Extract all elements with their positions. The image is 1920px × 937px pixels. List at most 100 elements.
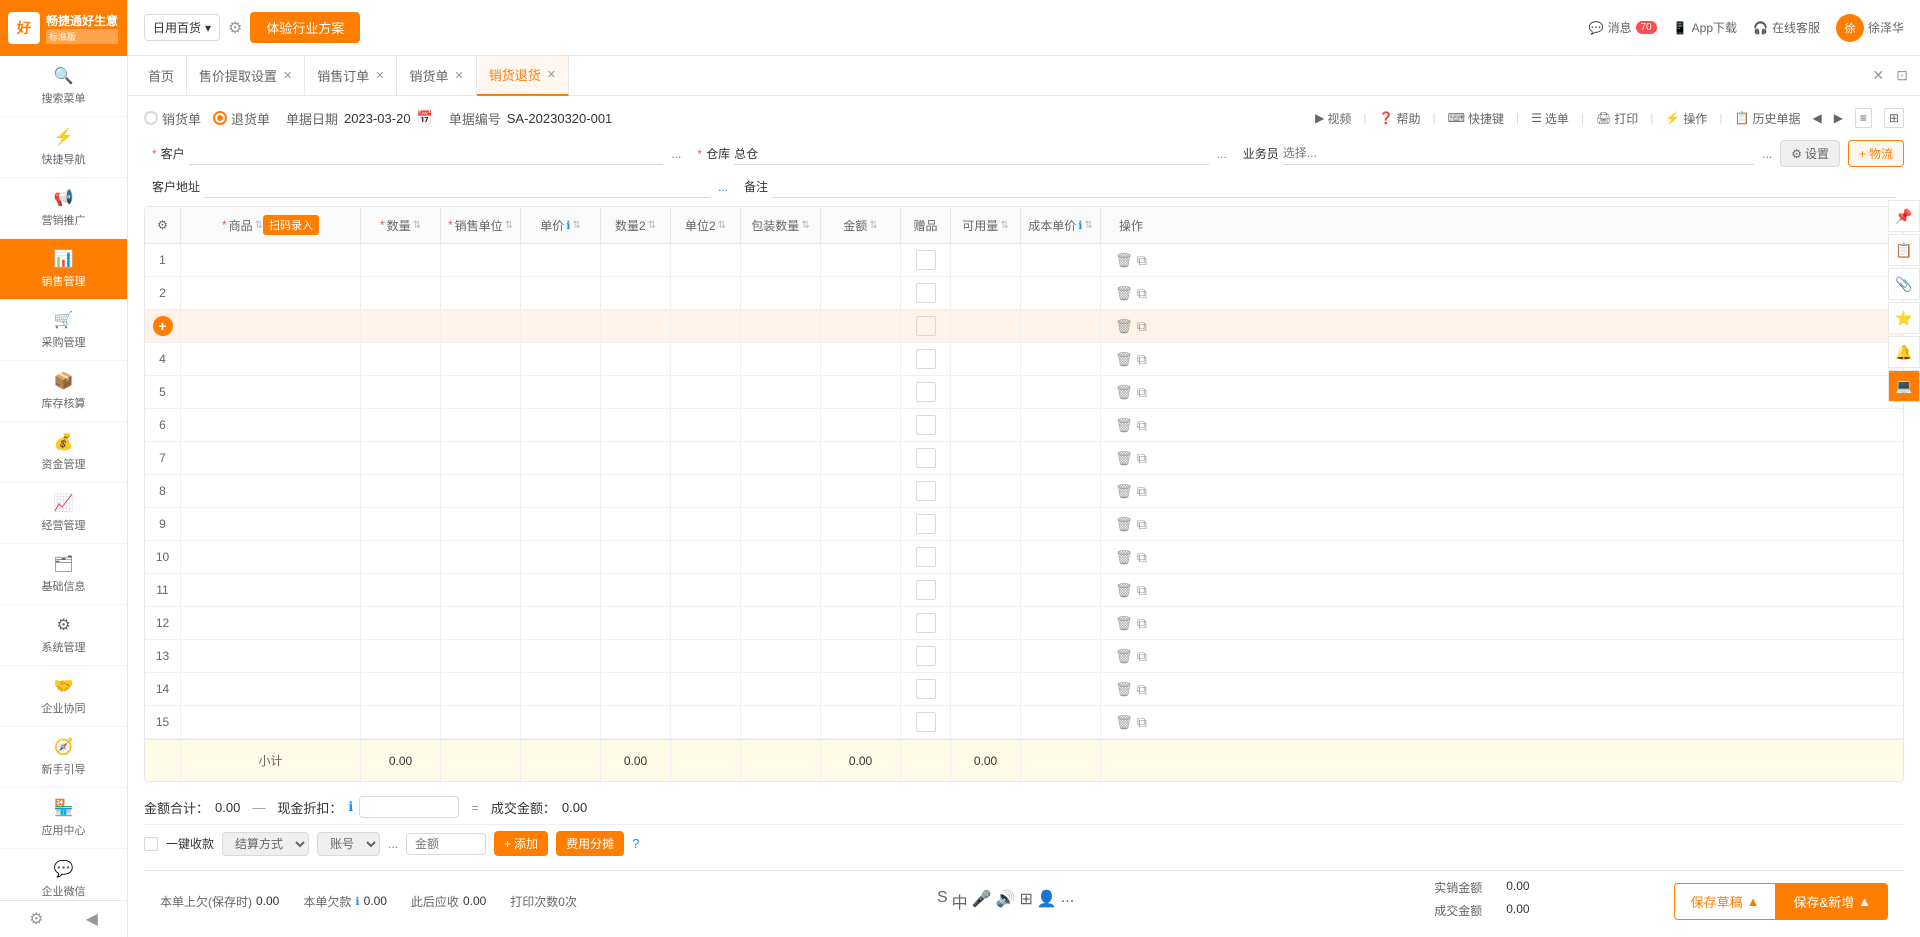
gift-checkbox-2[interactable] xyxy=(916,283,936,303)
delete-icon[interactable]: 🗑 xyxy=(1115,417,1133,434)
unit-input-15[interactable] xyxy=(445,715,516,729)
online-support-btn[interactable]: 🎧 在线客服 xyxy=(1753,19,1820,36)
price-input-2[interactable] xyxy=(525,286,596,300)
price-input-11[interactable] xyxy=(525,583,596,597)
costprice-info-icon[interactable]: ℹ xyxy=(1078,219,1082,232)
qty-input-6[interactable] xyxy=(365,418,436,432)
qty2-input-1[interactable] xyxy=(605,253,666,267)
discount-info-icon[interactable]: ℹ xyxy=(348,799,353,815)
unit2-input-5[interactable] xyxy=(675,385,736,399)
sidebar-item-system[interactable]: ⚙ 系统管理 xyxy=(0,605,127,666)
qty2-input-6[interactable] xyxy=(605,418,666,432)
barcode-btn[interactable]: 扫码录入 xyxy=(263,215,319,235)
price-input-3[interactable] xyxy=(525,319,596,333)
sidebar-item-basic[interactable]: 🗂 基础信息 xyxy=(0,544,127,605)
copy-icon[interactable]: ⧉ xyxy=(1137,681,1147,698)
price-input-7[interactable] xyxy=(525,451,596,465)
msg-btn[interactable]: 💬 消息 70 xyxy=(1589,19,1657,36)
warehouse-expand[interactable]: ... xyxy=(1217,147,1227,161)
unit2-input-11[interactable] xyxy=(675,583,736,597)
price-sort-icon[interactable]: ⇅ xyxy=(572,220,580,231)
price-input-14[interactable] xyxy=(525,682,596,696)
avail-input-7[interactable] xyxy=(955,451,1016,465)
price-input-12[interactable] xyxy=(525,616,596,630)
avail-input-11[interactable] xyxy=(955,583,1016,597)
pkgqty-input-2[interactable] xyxy=(745,286,816,300)
one-click-checkbox[interactable] xyxy=(144,837,158,851)
gift-checkbox-11[interactable] xyxy=(916,580,936,600)
action-select[interactable]: ☰ 选单 xyxy=(1531,110,1569,127)
avail-input-15[interactable] xyxy=(955,715,1016,729)
delete-icon[interactable]: 🗑 xyxy=(1115,582,1133,599)
qty2-input-4[interactable] xyxy=(605,352,666,366)
sidebar-item-finance[interactable]: 💰 资金管理 xyxy=(0,422,127,483)
qty2-sort-icon[interactable]: ⇅ xyxy=(648,220,656,231)
price-input-10[interactable] xyxy=(525,550,596,564)
copy-icon[interactable]: ⧉ xyxy=(1137,714,1147,731)
pkgqty-input-14[interactable] xyxy=(745,682,816,696)
qty2-input-8[interactable] xyxy=(605,484,666,498)
unit-input-14[interactable] xyxy=(445,682,516,696)
tab-close-sale-price[interactable]: ✕ xyxy=(283,69,292,82)
qty-input-13[interactable] xyxy=(365,649,436,663)
amount-input-1[interactable] xyxy=(825,253,896,267)
nav-prev[interactable]: ◀ xyxy=(1812,111,1821,125)
product-input-13[interactable] xyxy=(185,649,356,663)
status-icon-1[interactable]: S xyxy=(937,889,948,913)
costprice-input-4[interactable] xyxy=(1025,352,1096,366)
experience-btn[interactable]: 体验行业方案 xyxy=(250,12,360,43)
gift-checkbox-7[interactable] xyxy=(916,448,936,468)
action-operation[interactable]: ⚡ 操作 xyxy=(1665,110,1707,127)
pkgqty-input-8[interactable] xyxy=(745,484,816,498)
unit-input-3[interactable] xyxy=(445,319,516,333)
pkgqty-sort-icon[interactable]: ⇅ xyxy=(801,220,809,231)
costprice-input-8[interactable] xyxy=(1025,484,1096,498)
qty2-input-2[interactable] xyxy=(605,286,666,300)
delete-icon[interactable]: 🗑 xyxy=(1115,615,1133,632)
unit2-input-9[interactable] xyxy=(675,517,736,531)
delete-icon[interactable]: 🗑 xyxy=(1115,252,1133,269)
credit-info-icon[interactable]: ℹ xyxy=(355,895,359,908)
tab-sale-return[interactable]: 销货退货 ✕ xyxy=(477,56,569,96)
unit-input-10[interactable] xyxy=(445,550,516,564)
qty-input-7[interactable] xyxy=(365,451,436,465)
pkgqty-input-5[interactable] xyxy=(745,385,816,399)
save-draft-btn[interactable]: 保存草稿 ▲ xyxy=(1674,883,1777,920)
product-input-9[interactable] xyxy=(185,517,356,531)
view-table[interactable]: ≡ xyxy=(1855,108,1872,128)
qty-input-2[interactable] xyxy=(365,286,436,300)
fee-split-btn[interactable]: 费用分摊 xyxy=(556,831,624,856)
gift-checkbox-12[interactable] xyxy=(916,613,936,633)
unit-input-8[interactable] xyxy=(445,484,516,498)
unit2-input-7[interactable] xyxy=(675,451,736,465)
copy-icon[interactable]: ⧉ xyxy=(1137,450,1147,467)
qty-input-14[interactable] xyxy=(365,682,436,696)
price-input-8[interactable] xyxy=(525,484,596,498)
delete-icon[interactable]: 🗑 xyxy=(1115,648,1133,665)
account-select[interactable]: 账号 xyxy=(317,832,380,856)
pkgqty-input-4[interactable] xyxy=(745,352,816,366)
costprice-input-7[interactable] xyxy=(1025,451,1096,465)
copy-icon[interactable]: ⧉ xyxy=(1137,549,1147,566)
sidebar-item-apps[interactable]: 🏪 应用中心 xyxy=(0,788,127,849)
qty-input-15[interactable] xyxy=(365,715,436,729)
unit-sort-icon[interactable]: ⇅ xyxy=(505,220,513,231)
avail-input-13[interactable] xyxy=(955,649,1016,663)
pkgqty-input-9[interactable] xyxy=(745,517,816,531)
gift-checkbox-3[interactable] xyxy=(916,316,936,336)
unit-input-5[interactable] xyxy=(445,385,516,399)
pkgqty-input-11[interactable] xyxy=(745,583,816,597)
nav-next[interactable]: ▶ xyxy=(1834,111,1843,125)
product-input-12[interactable] xyxy=(185,616,356,630)
delete-icon[interactable]: 🗑 xyxy=(1115,549,1133,566)
delete-icon[interactable]: 🗑 xyxy=(1115,318,1133,335)
gift-checkbox-9[interactable] xyxy=(916,514,936,534)
copy-icon[interactable]: ⧉ xyxy=(1137,648,1147,665)
address-expand[interactable]: ... xyxy=(718,180,728,194)
amount-input-5[interactable] xyxy=(825,385,896,399)
gift-checkbox-5[interactable] xyxy=(916,382,936,402)
footer-help-icon[interactable]: ? xyxy=(632,836,639,851)
unit-input-12[interactable] xyxy=(445,616,516,630)
qty2-input-10[interactable] xyxy=(605,550,666,564)
price-input-4[interactable] xyxy=(525,352,596,366)
